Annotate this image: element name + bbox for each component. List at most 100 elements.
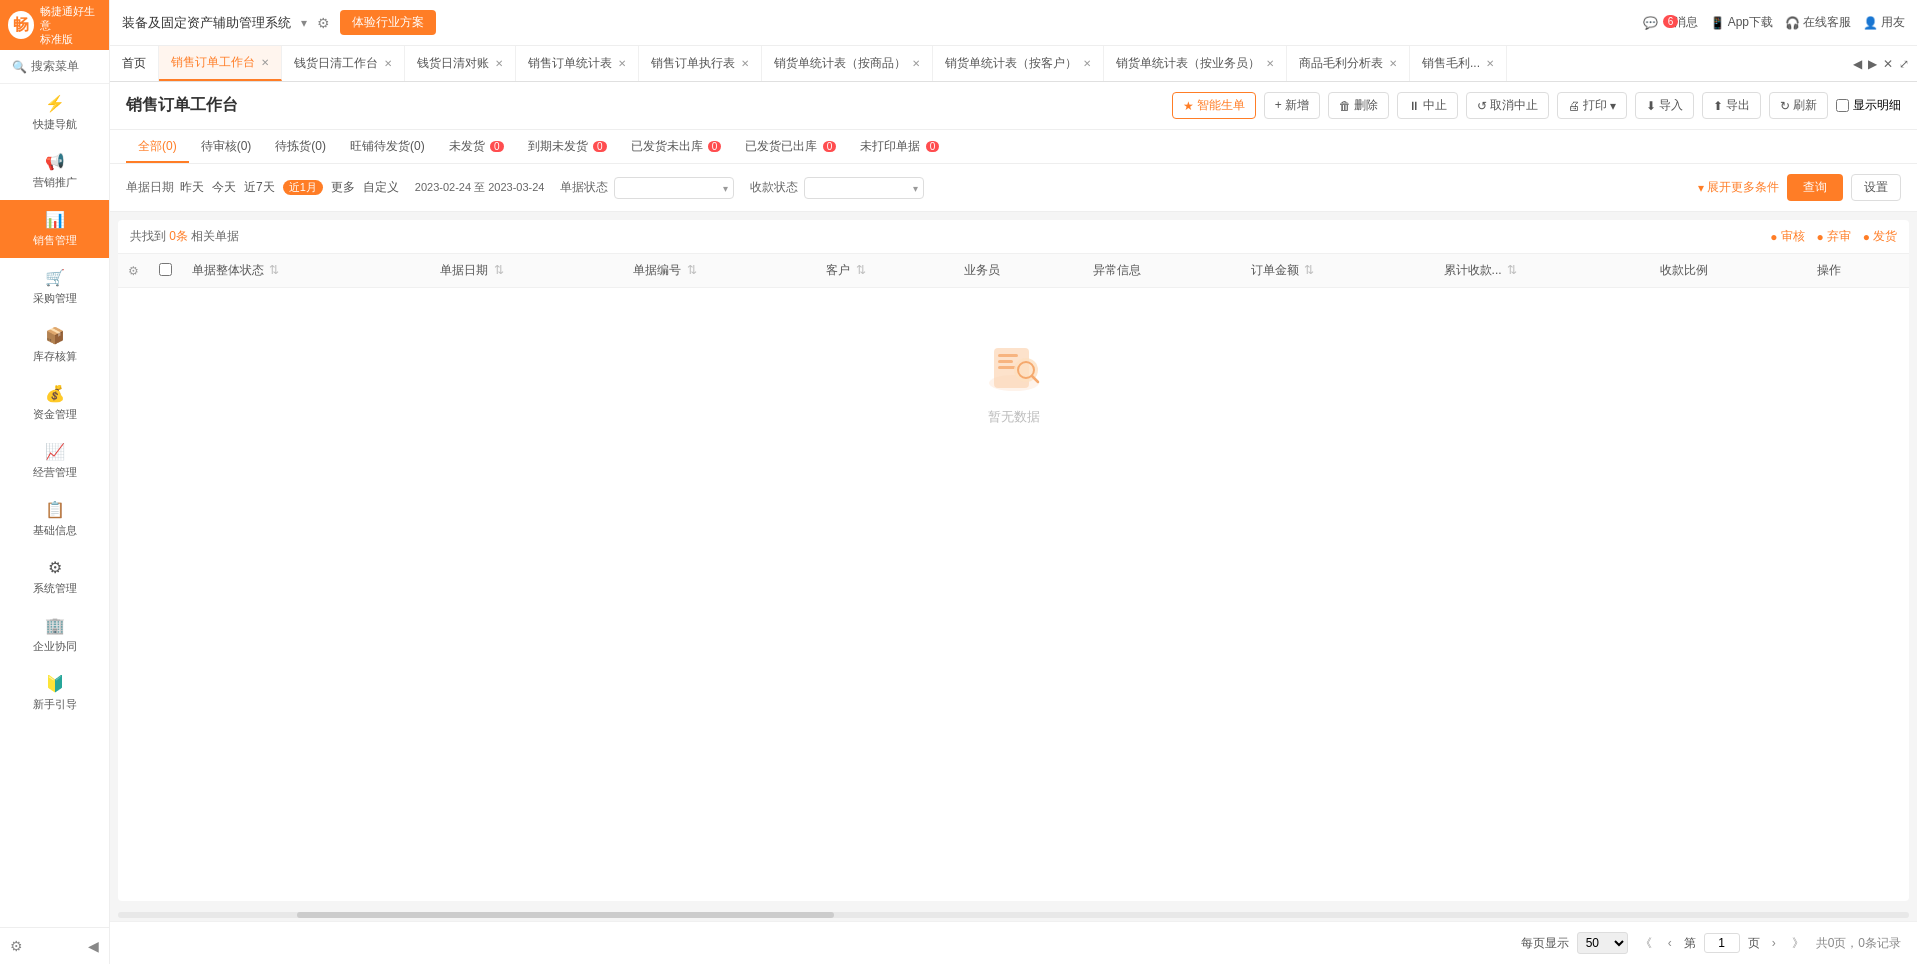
- tab-sales-stats-product[interactable]: 销货单统计表（按商品） ✕: [762, 46, 933, 81]
- sub-tab-wangpu[interactable]: 旺铺待发货(0): [338, 130, 437, 163]
- tab-close-icon[interactable]: ✕: [741, 58, 749, 69]
- sidebar-item-system[interactable]: ⚙ 系统管理: [0, 548, 109, 606]
- show-detail-checkbox[interactable]: 显示明细: [1836, 97, 1901, 114]
- tab-sales-more[interactable]: 销售毛利... ✕: [1410, 46, 1507, 81]
- prev-page-button[interactable]: ‹: [1664, 934, 1676, 952]
- tab-close-icon[interactable]: ✕: [1486, 58, 1494, 69]
- sidebar-item-quick-nav[interactable]: ⚡ 快捷导航: [0, 84, 109, 142]
- sub-tab-not-printed[interactable]: 未打印单据 0: [848, 130, 951, 163]
- date-option-7days[interactable]: 近7天: [244, 179, 275, 196]
- per-page-select[interactable]: 50 100: [1577, 932, 1628, 954]
- sidebar-item-sales[interactable]: 📊 销售管理: [0, 200, 109, 258]
- expand-more-button[interactable]: ▾ 展开更多条件: [1698, 179, 1779, 196]
- sub-tab-overdue[interactable]: 到期未发货 0: [516, 130, 619, 163]
- th-number-sort[interactable]: ⇅: [687, 263, 697, 277]
- tab-margin[interactable]: 商品毛利分析表 ✕: [1287, 46, 1410, 81]
- table-scroll[interactable]: ⚙ 单据整体状态 ⇅ 单据日期 ⇅ 单据编号: [118, 254, 1909, 901]
- scrollbar-thumb[interactable]: [297, 912, 834, 918]
- approve-button[interactable]: ● 审核: [1770, 228, 1804, 245]
- sub-tab-shipped-not-out[interactable]: 已发货未出库 0: [619, 130, 734, 163]
- sidebar-item-purchase[interactable]: 🛒 采购管理: [0, 258, 109, 316]
- collapse-icon[interactable]: ◀: [88, 938, 99, 954]
- date-option-1month[interactable]: 近1月: [283, 180, 323, 195]
- sidebar-item-basic[interactable]: 📋 基础信息: [0, 490, 109, 548]
- add-button[interactable]: + 新增: [1264, 92, 1320, 119]
- search-menu[interactable]: 🔍 搜索菜单: [0, 50, 109, 84]
- sidebar-item-inventory[interactable]: 📦 库存核算: [0, 316, 109, 374]
- tab-sales-workbench[interactable]: 销售订单工作台 ✕: [159, 46, 282, 81]
- th-amount-sort[interactable]: ⇅: [1304, 263, 1314, 277]
- th-checkbox[interactable]: [149, 254, 182, 288]
- next-page-button[interactable]: ›: [1768, 934, 1780, 952]
- select-all-checkbox[interactable]: [159, 263, 172, 276]
- show-detail-input[interactable]: [1836, 99, 1849, 112]
- tab-close-icon[interactable]: ✕: [1266, 58, 1274, 69]
- tabs-close-all-icon[interactable]: ✕: [1883, 57, 1893, 71]
- sub-tab-shipped-out[interactable]: 已发货已出库 0: [733, 130, 848, 163]
- th-status-sort[interactable]: ⇅: [269, 263, 279, 277]
- page-input[interactable]: [1704, 933, 1740, 953]
- sidebar-item-operations[interactable]: 📈 经营管理: [0, 432, 109, 490]
- refresh-button[interactable]: ↻ 刷新: [1769, 92, 1828, 119]
- date-option-custom[interactable]: 自定义: [363, 179, 399, 196]
- query-button[interactable]: 查询: [1787, 174, 1843, 201]
- import-button[interactable]: ⬇ 导入: [1635, 92, 1694, 119]
- tab-sales-exec[interactable]: 销售订单执行表 ✕: [639, 46, 762, 81]
- th-settings[interactable]: ⚙: [118, 254, 149, 288]
- tab-sales-stats-staff[interactable]: 销货单统计表（按业务员） ✕: [1104, 46, 1287, 81]
- topbar-settings-icon[interactable]: ⚙: [317, 15, 330, 31]
- sidebar-item-marketing[interactable]: 📢 营销推广: [0, 142, 109, 200]
- smart-create-button[interactable]: ★ 智能生单: [1172, 92, 1256, 119]
- tab-home[interactable]: 首页: [110, 46, 159, 81]
- last-page-button[interactable]: 》: [1788, 933, 1808, 954]
- delete-button[interactable]: 🗑 删除: [1328, 92, 1389, 119]
- online-service-action[interactable]: 🎧 在线客服: [1785, 14, 1851, 31]
- date-option-today[interactable]: 今天: [212, 179, 236, 196]
- sub-tab-not-shipped[interactable]: 未发货 0: [437, 130, 516, 163]
- tab-close-icon[interactable]: ✕: [495, 58, 503, 69]
- message-action[interactable]: 💬 6 消息: [1643, 14, 1698, 31]
- user-action[interactable]: 👤 用友: [1863, 14, 1905, 31]
- cancel-pause-button[interactable]: ↺ 取消中止: [1466, 92, 1549, 119]
- tab-close-icon[interactable]: ✕: [261, 57, 269, 68]
- tab-close-icon[interactable]: ✕: [384, 58, 392, 69]
- sub-tab-pending-review[interactable]: 待审核(0): [189, 130, 264, 163]
- tab-close-icon[interactable]: ✕: [1083, 58, 1091, 69]
- tab-cash-daily[interactable]: 钱货日清工作台 ✕: [282, 46, 405, 81]
- th-customer-sort[interactable]: ⇅: [856, 263, 866, 277]
- tab-close-icon[interactable]: ✕: [912, 58, 920, 69]
- tab-sales-stats[interactable]: 销售订单统计表 ✕: [516, 46, 639, 81]
- print-button[interactable]: 🖨 打印 ▾: [1557, 92, 1627, 119]
- sub-tab-pending-pickup[interactable]: 待拣货(0): [263, 130, 338, 163]
- topbar-dropdown-arrow[interactable]: ▾: [301, 16, 307, 30]
- tab-sales-more-label: 销售毛利...: [1422, 55, 1480, 72]
- settings-icon[interactable]: ⚙: [10, 938, 23, 954]
- sidebar-item-enterprise[interactable]: 🏢 企业协同: [0, 606, 109, 664]
- tabs-prev-icon[interactable]: ◀: [1853, 57, 1862, 71]
- tab-sales-stats-customer[interactable]: 销货单统计表（按客户） ✕: [933, 46, 1104, 81]
- sidebar-item-guide[interactable]: 🔰 新手引导: [0, 664, 109, 722]
- sidebar-item-finance[interactable]: 💰 资金管理: [0, 374, 109, 432]
- tab-close-icon[interactable]: ✕: [618, 58, 626, 69]
- settings-button[interactable]: 设置: [1851, 174, 1901, 201]
- app-download-action[interactable]: 📱 App下载: [1710, 14, 1773, 31]
- tab-close-icon[interactable]: ✕: [1389, 58, 1397, 69]
- tab-cash-reconcile[interactable]: 钱货日清对账 ✕: [405, 46, 516, 81]
- date-option-yesterday[interactable]: 昨天: [180, 179, 204, 196]
- solution-button[interactable]: 体验行业方案: [340, 10, 436, 35]
- first-page-button[interactable]: 《: [1636, 933, 1656, 954]
- tabs-maximize-icon[interactable]: ⤢: [1899, 57, 1909, 71]
- th-status: 单据整体状态 ⇅: [182, 254, 430, 288]
- revoke-button[interactable]: ● 弃审: [1817, 228, 1851, 245]
- payment-select[interactable]: [804, 177, 924, 199]
- ship-button[interactable]: ● 发货: [1863, 228, 1897, 245]
- date-option-more[interactable]: 更多: [331, 179, 355, 196]
- sub-tab-all[interactable]: 全部(0): [126, 130, 189, 163]
- status-select[interactable]: [614, 177, 734, 199]
- pause-button[interactable]: ⏸ 中止: [1397, 92, 1458, 119]
- th-date-sort[interactable]: ⇅: [494, 263, 504, 277]
- th-collected-sort[interactable]: ⇅: [1507, 263, 1517, 277]
- tabs-next-icon[interactable]: ▶: [1868, 57, 1877, 71]
- horizontal-scrollbar[interactable]: [110, 909, 1917, 921]
- export-button[interactable]: ⬆ 导出: [1702, 92, 1761, 119]
